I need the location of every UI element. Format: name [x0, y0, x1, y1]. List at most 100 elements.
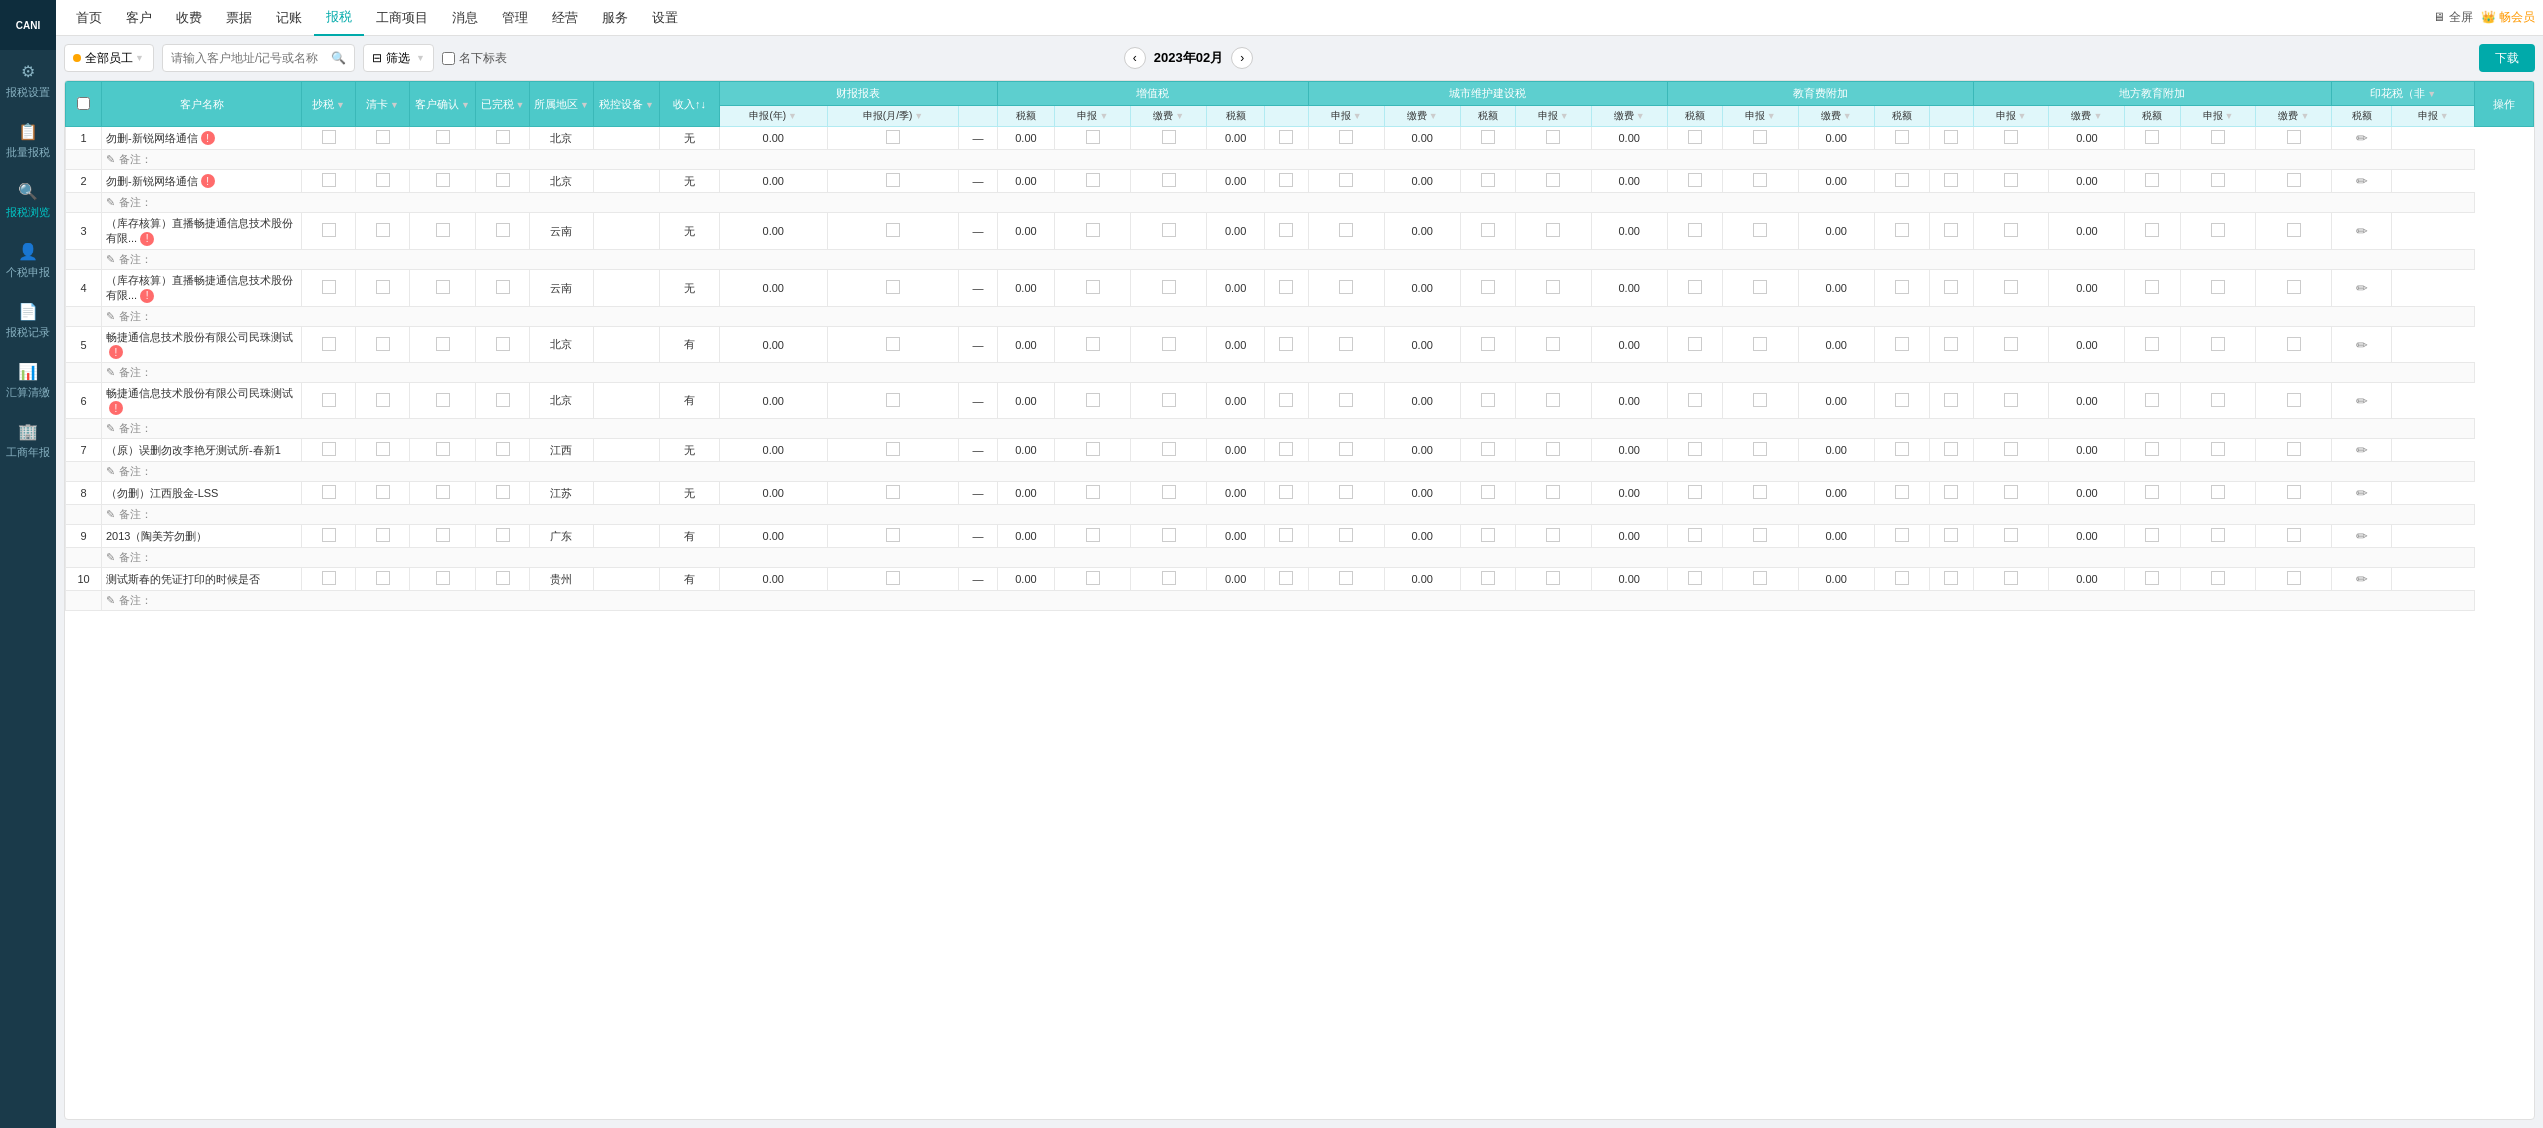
cell-jy-cb3[interactable]	[1722, 270, 1798, 307]
cell-chaoshui[interactable]	[302, 525, 356, 548]
checkbox-label[interactable]: 名下标表	[442, 50, 507, 67]
sub-chengshi-report[interactable]: 申报▼	[1308, 106, 1384, 127]
cell-checkbox[interactable]	[1944, 393, 1958, 407]
filter-button[interactable]: ⊟ 筛选 ▼	[363, 44, 434, 72]
cell-checkbox[interactable]	[2004, 280, 2018, 294]
cell-df-cb3[interactable]	[1973, 525, 2049, 548]
col-header-name[interactable]: 客户名称	[102, 82, 302, 127]
edit-icon[interactable]: ✏	[2356, 442, 2368, 458]
edit-icon[interactable]: ✏	[2356, 280, 2368, 296]
cell-checkbox[interactable]	[1688, 280, 1702, 294]
cell-checkbox[interactable]	[496, 280, 510, 294]
cell-checkbox[interactable]	[376, 130, 390, 144]
cell-checkbox[interactable]	[1279, 337, 1293, 351]
nav-finance[interactable]: 经营	[540, 0, 590, 36]
cell-yh-cb3[interactable]	[2256, 568, 2332, 591]
cell-yh-cb[interactable]	[2125, 170, 2180, 193]
cell-zz-cb[interactable]	[1055, 213, 1131, 250]
sub-caibao-month[interactable]: 申报(月/季)▼	[827, 106, 959, 127]
cell-zz-cb2[interactable]	[1131, 525, 1207, 548]
sub-difang-p2[interactable]: 缴费▼	[2256, 106, 2332, 127]
cell-checkbox[interactable]	[322, 442, 336, 456]
cell-cs-cb[interactable]	[1265, 525, 1309, 548]
cell-checkbox[interactable]	[436, 337, 450, 351]
cell-checkbox[interactable]	[886, 337, 900, 351]
next-month-button[interactable]: ›	[1231, 47, 1253, 69]
cell-checkbox[interactable]	[496, 337, 510, 351]
cell-checkbox[interactable]	[1279, 571, 1293, 585]
cell-ops[interactable]: ✏	[2332, 383, 2392, 419]
cell-checkbox[interactable]	[1546, 223, 1560, 237]
cell-checkbox[interactable]	[1688, 485, 1702, 499]
cell-cs-cb[interactable]	[1265, 170, 1309, 193]
cell-checkbox[interactable]	[2145, 130, 2159, 144]
cell-checkbox[interactable]	[1753, 173, 1767, 187]
cell-yh-cb2[interactable]	[2180, 170, 2256, 193]
cell-checkbox[interactable]	[376, 571, 390, 585]
cell-checkbox[interactable]	[1753, 130, 1767, 144]
cell-checkbox[interactable]	[2145, 393, 2159, 407]
cell-checkbox[interactable]	[376, 528, 390, 542]
search-input[interactable]	[171, 51, 331, 65]
cell-checkbox[interactable]	[1339, 528, 1353, 542]
cell-checkbox[interactable]	[1895, 571, 1909, 585]
cell-cb1[interactable]	[827, 482, 959, 505]
cell-df-cb3[interactable]	[1973, 568, 2049, 591]
cell-checkbox[interactable]	[1481, 571, 1495, 585]
cell-checkbox[interactable]	[2004, 528, 2018, 542]
cell-checkbox[interactable]	[1162, 173, 1176, 187]
cell-zz-cb[interactable]	[1055, 170, 1131, 193]
cell-df-cb2[interactable]	[1929, 327, 1973, 363]
cell-checkbox[interactable]	[886, 442, 900, 456]
cell-yh-cb2[interactable]	[2180, 568, 2256, 591]
cell-checkbox[interactable]	[2211, 393, 2225, 407]
cell-cb1[interactable]	[827, 525, 959, 548]
cell-yh-cb[interactable]	[2125, 383, 2180, 419]
cell-checkbox[interactable]	[2287, 173, 2301, 187]
cell-ops[interactable]: ✏	[2332, 127, 2392, 150]
cell-checkbox[interactable]	[2211, 173, 2225, 187]
cell-yh-cb[interactable]	[2125, 327, 2180, 363]
cell-df-cb[interactable]	[1874, 170, 1929, 193]
cell-yh-cb[interactable]	[2125, 270, 2180, 307]
cell-chaoshui[interactable]	[302, 213, 356, 250]
cell-cs-cb[interactable]	[1265, 568, 1309, 591]
cell-checkbox[interactable]	[1279, 485, 1293, 499]
cell-checkbox[interactable]	[1481, 337, 1495, 351]
cell-checkbox[interactable]	[436, 571, 450, 585]
edit-icon[interactable]: ✏	[2356, 337, 2368, 353]
cell-cs-cb2[interactable]	[1308, 568, 1384, 591]
cell-yh-cb2[interactable]	[2180, 270, 2256, 307]
cell-checkbox[interactable]	[2211, 223, 2225, 237]
cell-checkbox[interactable]	[1481, 173, 1495, 187]
col-header-qingka[interactable]: 清卡▼	[356, 82, 410, 127]
cell-complete[interactable]	[476, 327, 530, 363]
sub-yinhua-report[interactable]: 申报▼	[2392, 106, 2475, 127]
select-all-checkbox[interactable]	[77, 97, 90, 110]
cell-cs-cb2[interactable]	[1308, 482, 1384, 505]
cell-df-cb2[interactable]	[1929, 482, 1973, 505]
cell-checkbox[interactable]	[886, 130, 900, 144]
cell-checkbox[interactable]	[1339, 442, 1353, 456]
edit-icon[interactable]: ✏	[2356, 393, 2368, 409]
cell-checkbox[interactable]	[1895, 130, 1909, 144]
cell-jy-cb[interactable]	[1515, 568, 1591, 591]
cell-checkbox[interactable]	[1086, 223, 1100, 237]
cell-chaoshui[interactable]	[302, 327, 356, 363]
cell-cs-cb2[interactable]	[1308, 270, 1384, 307]
cell-jy-cb2[interactable]	[1667, 270, 1722, 307]
cell-jy-cb3[interactable]	[1722, 327, 1798, 363]
cell-checkbox[interactable]	[2145, 280, 2159, 294]
prev-month-button[interactable]: ‹	[1124, 47, 1146, 69]
cell-checkbox[interactable]	[1279, 280, 1293, 294]
cell-checkbox[interactable]	[1944, 223, 1958, 237]
cell-checkbox[interactable]	[1546, 173, 1560, 187]
cell-cs-cb2[interactable]	[1308, 439, 1384, 462]
cell-ops[interactable]: ✏	[2332, 525, 2392, 548]
cell-yh-cb3[interactable]	[2256, 525, 2332, 548]
cell-cs-cb2[interactable]	[1308, 170, 1384, 193]
cell-cs-cb3[interactable]	[1460, 383, 1515, 419]
cell-checkbox[interactable]	[1895, 528, 1909, 542]
sub-chengshi-pay[interactable]: 缴费▼	[1384, 106, 1460, 127]
cell-checkbox[interactable]	[1944, 337, 1958, 351]
